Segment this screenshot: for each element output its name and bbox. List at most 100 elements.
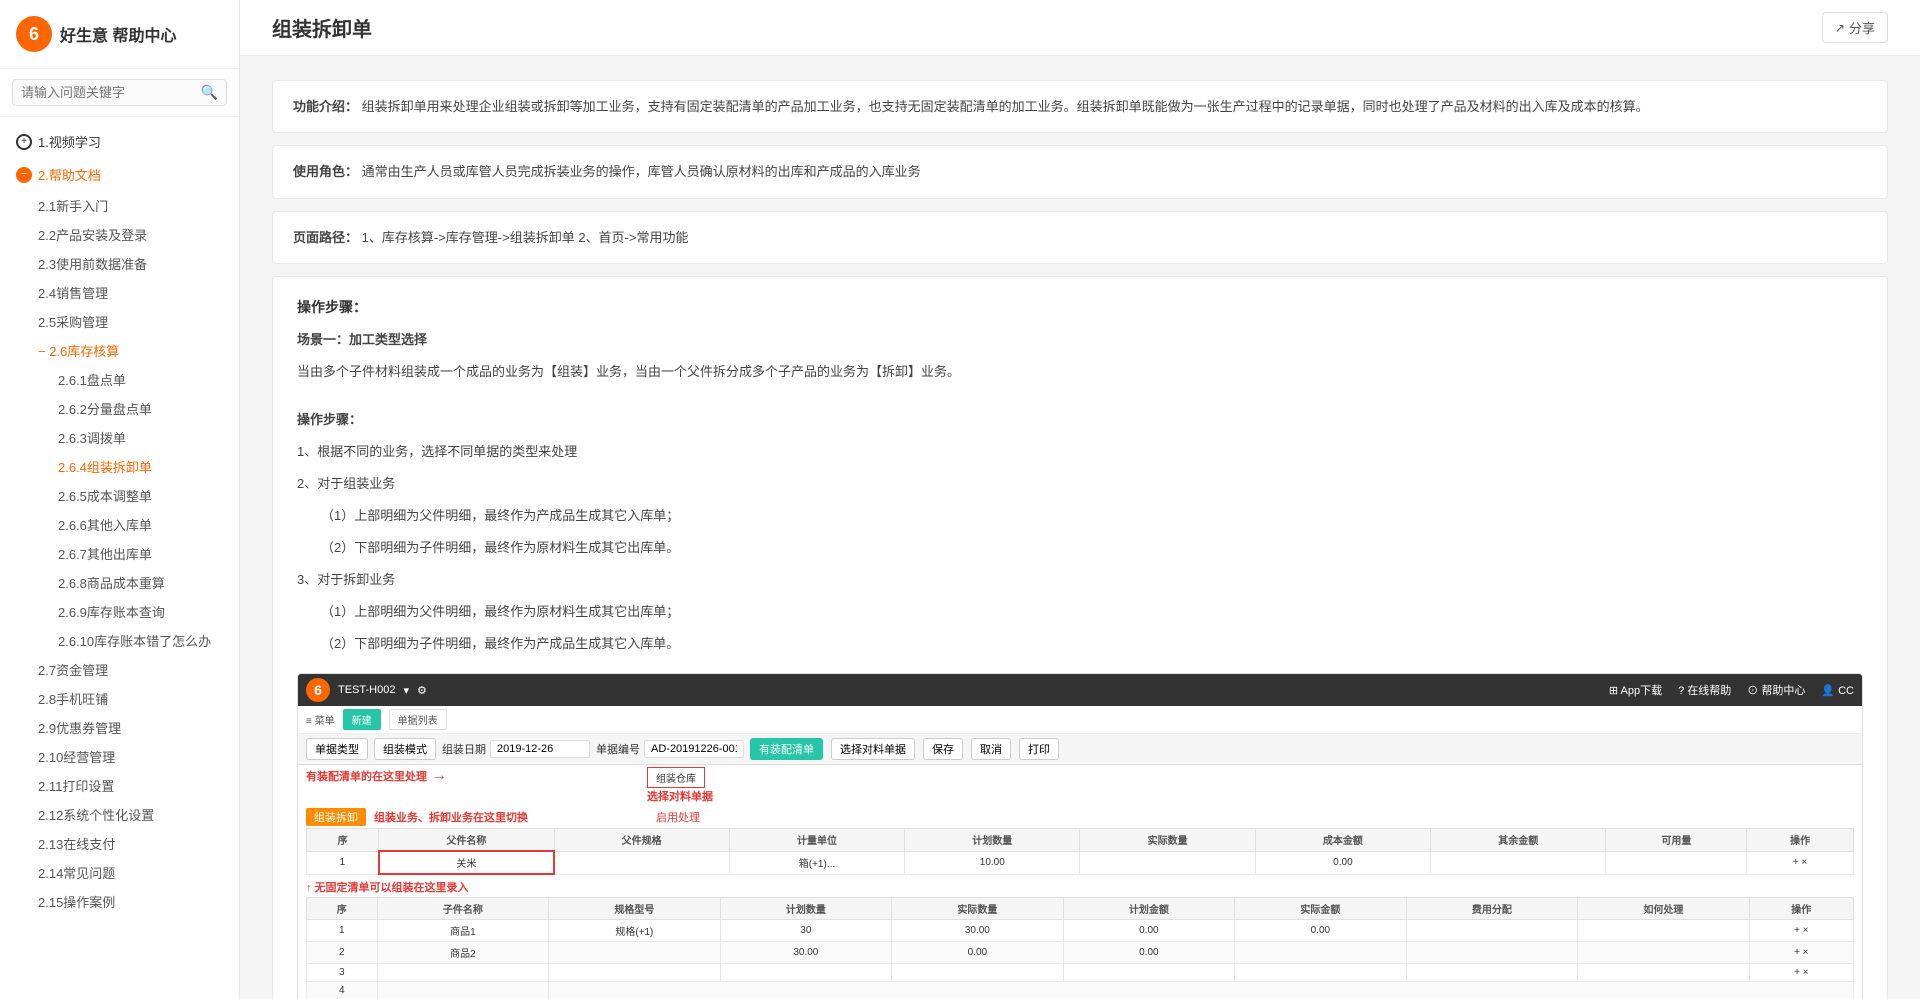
scene1-title: 场景一：加工类型选择 <box>297 327 1863 353</box>
lcell-ops-2: + × <box>1749 942 1853 964</box>
lcell-seq-4: 4 <box>307 982 378 999</box>
mock-dropdown-icon: ▾ <box>403 684 409 697</box>
sidebar-item-2-5[interactable]: 2.5采购管理 <box>38 307 239 336</box>
mock-btn-select-doc[interactable]: 选择对料单据 <box>831 738 915 760</box>
role-label: 使用角色： <box>293 164 358 179</box>
lcol-spec: 规格型号 <box>549 898 721 920</box>
annotation5-text: ↑ 无固定清单可以组装在这里录入 <box>306 879 469 895</box>
mock-btn-mode[interactable]: 组装模式 <box>374 738 436 760</box>
sidebar-item-2-6-6[interactable]: 2.6.6其他入库单 <box>58 510 239 539</box>
lcell-name-1: 商品1 <box>377 920 549 942</box>
sidebar-item-2-label: 2.帮助文档 <box>38 165 101 184</box>
mock-center-icon: ⊙ 帮助中心 <box>1747 682 1805 698</box>
sidebar-item-2-4[interactable]: 2.4销售管理 <box>38 278 239 307</box>
mock-annotation1: 有装配清单的在这里处理 → <box>306 767 447 785</box>
mock-btn-cancel-toolbar[interactable]: 取消 <box>971 738 1011 760</box>
sidebar-item-2-9[interactable]: 2.9优惠券管理 <box>38 713 239 742</box>
mock-system-bar: 6 TEST-H002 ▾ ⚙ ⊞ App下载 ? 在线帮助 ⊙ 帮助中心 👤 … <box>298 674 1862 706</box>
lcell-empty-4 <box>549 982 1854 999</box>
sidebar-item-2-14[interactable]: 2.14常见问题 <box>38 858 239 887</box>
mock-date-input[interactable] <box>490 740 590 758</box>
sidebar-item-2-12[interactable]: 2.12系统个性化设置 <box>38 800 239 829</box>
mock-ui: 6 TEST-H002 ▾ ⚙ ⊞ App下载 ? 在线帮助 ⊙ 帮助中心 👤 … <box>298 674 1862 999</box>
col-actual-qty: 实际数量 <box>1080 829 1255 852</box>
sidebar-item-2-11[interactable]: 2.11打印设置 <box>38 771 239 800</box>
sidebar-item-2-10[interactable]: 2.10经营管理 <box>38 742 239 771</box>
annotation2-text: 选择对料单据 <box>647 788 713 804</box>
share-label: 分享 <box>1849 18 1875 37</box>
share-icon: ↗ <box>1835 21 1845 35</box>
lcell-plan-amt-1: 0.00 <box>1063 920 1235 942</box>
lcol-seq: 序 <box>307 898 378 920</box>
lcell-actual-qty-3 <box>892 964 1064 982</box>
mock-warehouse-box: 组装仓库 <box>647 767 705 788</box>
search-box[interactable]: 🔍 <box>12 79 227 106</box>
lcell-ops-1: + × <box>1749 920 1853 942</box>
mock-btn-config-list[interactable]: 有装配清单 <box>750 738 823 760</box>
sidebar-item-2-6-7[interactable]: 2.6.7其他出库单 <box>58 539 239 568</box>
sidebar-item-2-15[interactable]: 2.15操作案例 <box>38 887 239 916</box>
mock-menu-icon: ≡ 菜单 <box>306 712 335 727</box>
main-content: 组装拆卸单 ↗ 分享 功能介绍： 组装拆卸单用来处理企业组装或拆卸等加工业务，支… <box>240 0 1920 999</box>
sidebar-item-2-6-4[interactable]: 2.6.4组装拆卸单 <box>58 452 239 481</box>
lcell-seq-2: 2 <box>307 942 378 964</box>
content-body: 功能介绍： 组装拆卸单用来处理企业组装或拆卸等加工业务，支持有固定装配清单的产品… <box>240 56 1920 999</box>
lcell-spec-2 <box>549 942 721 964</box>
sidebar-item-2-6-10[interactable]: 2.6.10库存账本错了怎么办 <box>58 626 239 655</box>
mock-btn-type[interactable]: 单据类型 <box>306 738 368 760</box>
share-button[interactable]: ↗ 分享 <box>1822 12 1888 43</box>
sidebar-item-2-6-1[interactable]: 2.6.1盘点单 <box>58 365 239 394</box>
sidebar-item-2-8[interactable]: 2.8手机旺铺 <box>38 684 239 713</box>
col-plan-qty: 计划数量 <box>905 829 1080 852</box>
col-unit: 计量单位 <box>729 829 904 852</box>
lcol-cost-alloc: 费用分配 <box>1406 898 1578 920</box>
sidebar-item-2-6-8[interactable]: 2.6.8商品成本重算 <box>58 568 239 597</box>
step2: 2、对于组装业务 <box>297 471 1863 497</box>
mock-tab-new[interactable]: 新建 <box>343 709 381 730</box>
expand-icon-2-6: − <box>38 344 46 359</box>
mock-btn-print[interactable]: 打印 <box>1019 738 1059 760</box>
mock-docno-input[interactable] <box>644 740 744 758</box>
mock-section-badge: 组装拆卸 <box>306 808 366 826</box>
mock-toolbar: 单据类型 组装模式 组装日期 单据编号 有装配清单 <box>298 734 1862 765</box>
screenshot-container: 6 TEST-H002 ▾ ⚙ ⊞ App下载 ? 在线帮助 ⊙ 帮助中心 👤 … <box>297 673 1863 999</box>
sidebar-item-2-6-2[interactable]: 2.6.2分量盘点单 <box>58 394 239 423</box>
mock-system-right: ⊞ App下载 ? 在线帮助 ⊙ 帮助中心 👤 CC <box>1609 682 1854 698</box>
lcell-actual-amt-2 <box>1235 942 1407 964</box>
annotation3-text: 组装业务、拆卸业务在这里切换 <box>374 809 528 825</box>
sidebar-item-2-1[interactable]: 2.1新手入门 <box>38 191 239 220</box>
lcell-plan-amt-3 <box>1063 964 1235 982</box>
sidebar-item-2-6-9[interactable]: 2.6.9库存账本查询 <box>58 597 239 626</box>
cell-cost-amt: 0.00 <box>1255 851 1430 874</box>
sidebar-item-2-6-3[interactable]: 2.6.3调拨单 <box>58 423 239 452</box>
mock-btn-save-toolbar[interactable]: 保存 <box>923 738 963 760</box>
search-input[interactable] <box>21 85 201 100</box>
lcell-plan-qty-2: 30.00 <box>720 942 892 964</box>
mock-upper-table-container: 序 父件名称 父件规格 计量单位 计划数量 实际数量 成本金额 其余金额 可用量 <box>298 828 1862 879</box>
lcell-name-4 <box>377 982 549 999</box>
sidebar-item-2-6-5[interactable]: 2.6.5成本调整单 <box>58 481 239 510</box>
sidebar-item-2-6[interactable]: − 2.6库存核算 <box>38 336 239 365</box>
sidebar-item-2[interactable]: − 2.帮助文档 <box>0 158 239 191</box>
lcol-plan-qty: 计划数量 <box>720 898 892 920</box>
sidebar-item-2-2[interactable]: 2.2产品安装及登录 <box>38 220 239 249</box>
sidebar-item-2-7[interactable]: 2.7资金管理 <box>38 655 239 684</box>
annotation1-text: 有装配清单的在这里处理 <box>306 768 427 784</box>
nav-tree: + 1.视频学习 − 2.帮助文档 2.1新手入门 2.2产品安装及登录 2.3… <box>0 117 239 924</box>
mock-tab-list[interactable]: 单据列表 <box>389 709 447 730</box>
top-bar: 组装拆卸单 ↗ 分享 <box>240 0 1920 56</box>
lcell-spec-3 <box>549 964 721 982</box>
sidebar-item-1[interactable]: + 1.视频学习 <box>0 125 239 158</box>
search-icon[interactable]: 🔍 <box>201 84 218 101</box>
sidebar-item-2-13[interactable]: 2.13在线支付 <box>38 829 239 858</box>
nav-level3-2-6: 2.6.1盘点单 2.6.2分量盘点单 2.6.3调拨单 2.6.4组装拆卸单 … <box>38 365 239 655</box>
steps-intro: 操作步骤： <box>297 407 1863 433</box>
table-row: 1 商品1 规格(+1) 30 30.00 0.00 0.00 + × <box>307 920 1854 942</box>
expand-icon-1: + <box>16 134 32 150</box>
annotation4-text: 启用处理 <box>656 809 700 825</box>
sidebar-item-2-3[interactable]: 2.3使用前数据准备 <box>38 249 239 278</box>
mock-apps-icon: ⊞ App下载 <box>1609 682 1662 698</box>
col-ops: 操作 <box>1747 829 1854 852</box>
app-title: 好生意 帮助中心 <box>60 22 176 46</box>
mock-upper-table: 序 父件名称 父件规格 计量单位 计划数量 实际数量 成本金额 其余金额 可用量 <box>306 828 1854 875</box>
